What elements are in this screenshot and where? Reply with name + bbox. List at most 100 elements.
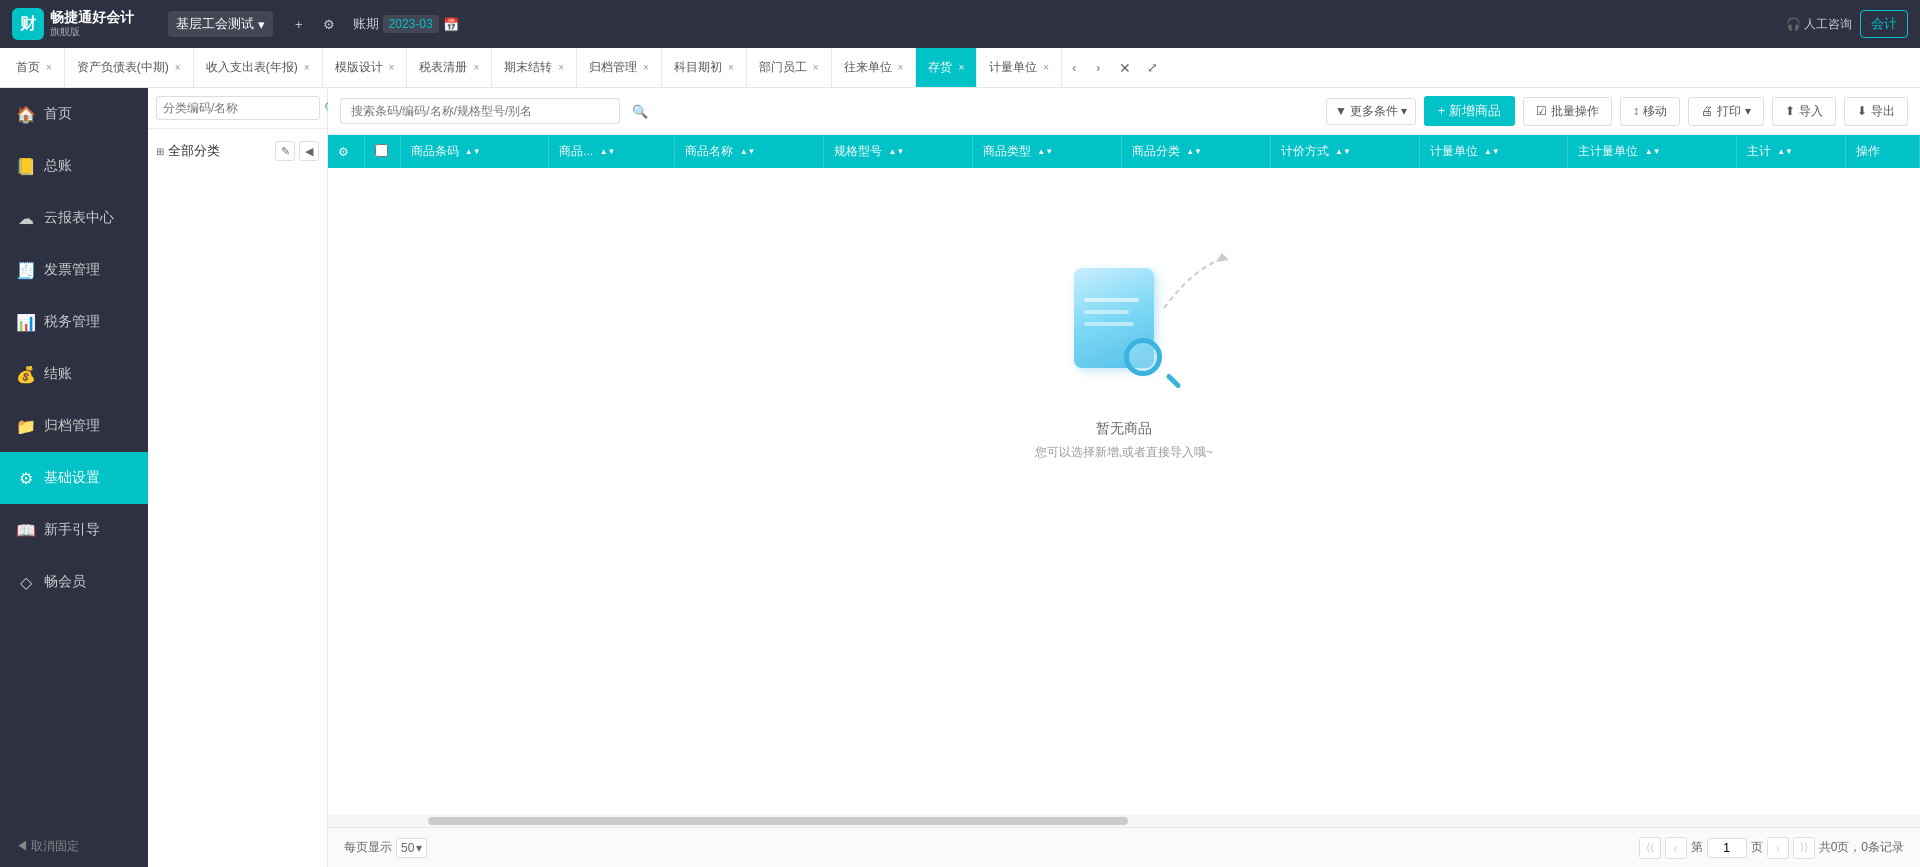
batch-operation-button[interactable]: ☑ 批量操作 [1523, 97, 1612, 126]
tab-close-icon[interactable]: × [643, 62, 649, 73]
export-button[interactable]: ⬇ 导出 [1844, 97, 1908, 126]
page-number-input[interactable] [1707, 838, 1747, 858]
tab-balance-sheet[interactable]: 资产负债表(中期) × [65, 48, 194, 88]
category-label: 全部分类 [168, 142, 220, 160]
tab-close-icon[interactable]: × [389, 62, 395, 73]
tab-next-button[interactable]: › [1086, 48, 1110, 88]
sidebar-item-basic-settings[interactable]: ⚙ 基础设置 [0, 452, 148, 504]
tab-inventory[interactable]: 存货 × [916, 48, 977, 88]
sidebar-item-cloud-report[interactable]: ☁ 云报表中心 [0, 192, 148, 244]
th-main-count[interactable]: 主计 ▲▼ [1736, 135, 1846, 168]
period-value[interactable]: 2023-03 [383, 15, 439, 33]
tab-label: 期末结转 [504, 59, 552, 76]
tab-tax-table[interactable]: 税表清册 × [407, 48, 492, 88]
category-actions: ✎ ◀ [275, 141, 319, 161]
empty-state: 暂无商品 您可以选择新增,或者直接导入哦~ [328, 168, 1920, 541]
th-barcode[interactable]: 商品条码 ▲▼ [400, 135, 549, 168]
category-edit-button[interactable]: ✎ [275, 141, 295, 161]
select-all-checkbox[interactable] [375, 144, 388, 157]
move-button[interactable]: ↕ 移动 [1620, 97, 1680, 126]
th-settings[interactable]: ⚙ [328, 135, 364, 168]
tab-transaction-unit[interactable]: 往来单位 × [832, 48, 917, 88]
tab-homepage[interactable]: 首页 × [4, 48, 65, 88]
last-page-button[interactable]: ⟩⟩ [1793, 837, 1815, 859]
check-icon: ☑ [1536, 104, 1547, 118]
tab-subject-init[interactable]: 科目期初 × [662, 48, 747, 88]
tab-income-statement[interactable]: 收入支出表(年报) × [194, 48, 323, 88]
sidebar-item-member[interactable]: ◇ 畅会员 [0, 556, 148, 608]
search-button[interactable]: 🔍 [626, 97, 654, 125]
sidebar-item-ledger[interactable]: 📒 总账 [0, 140, 148, 192]
sort-icon: ▲▼ [1335, 148, 1351, 156]
add-product-button[interactable]: + 新增商品 [1424, 96, 1515, 126]
sidebar-label: 归档管理 [44, 417, 100, 435]
th-checkbox[interactable] [364, 135, 400, 168]
company-selector[interactable]: 基层工会测试 ▾ [168, 11, 273, 37]
tab-close-icon[interactable]: × [175, 62, 181, 73]
th-main-unit[interactable]: 主计量单位 ▲▼ [1568, 135, 1736, 168]
first-page-button[interactable]: ⟨⟨ [1639, 837, 1661, 859]
sidebar-item-tax[interactable]: 📊 税务管理 [0, 296, 148, 348]
panel-collapse-button[interactable]: ◀ [299, 141, 319, 161]
tab-template-design[interactable]: 模版设计 × [323, 48, 408, 88]
tab-close-icon[interactable]: × [898, 62, 904, 73]
tab-unit-measure[interactable]: 计量单位 × [977, 48, 1062, 88]
tab-close-icon[interactable]: × [46, 62, 52, 73]
per-page-dropdown[interactable]: 50 ▾ [396, 838, 427, 858]
calendar-icon[interactable]: 📅 [443, 17, 459, 32]
tab-close-icon[interactable]: × [558, 62, 564, 73]
th-unit[interactable]: 计量单位 ▲▼ [1419, 135, 1568, 168]
tab-dept-staff[interactable]: 部门员工 × [747, 48, 832, 88]
sidebar-label: 税务管理 [44, 313, 100, 331]
tab-close-icon[interactable]: × [304, 62, 310, 73]
tab-close-icon[interactable]: × [473, 62, 479, 73]
sort-icon: ▲▼ [740, 148, 756, 156]
page-suffix: 页 [1751, 839, 1763, 856]
category-search-input[interactable] [156, 96, 320, 120]
tab-close-all-button[interactable]: ✕ [1110, 48, 1140, 88]
sidebar-item-home[interactable]: 🏠 首页 [0, 88, 148, 140]
all-categories-item[interactable]: ⊞ 全部分类 ✎ ◀ [156, 137, 319, 165]
tab-close-icon[interactable]: × [813, 62, 819, 73]
tab-prev-button[interactable]: ‹ [1062, 48, 1086, 88]
horizontal-scrollbar[interactable] [328, 815, 1920, 827]
th-product-type[interactable]: 商品类型 ▲▼ [973, 135, 1122, 168]
tab-close-icon[interactable]: × [1043, 62, 1049, 73]
th-product-name[interactable]: 商品名称 ▲▼ [675, 135, 824, 168]
import-button[interactable]: ⬆ 导入 [1772, 97, 1836, 126]
tab-period-carry[interactable]: 期末结转 × [492, 48, 577, 88]
prev-page-button[interactable]: ‹ [1665, 837, 1687, 859]
sidebar-item-invoice[interactable]: 🧾 发票管理 [0, 244, 148, 296]
filter-label: 更多条件 [1350, 103, 1398, 120]
tab-expand-button[interactable]: ⤢ [1140, 48, 1164, 88]
cancel-fixed-label: ◀ 取消固定 [16, 838, 79, 855]
th-product-code[interactable]: 商品... ▲▼ [549, 135, 675, 168]
print-button[interactable]: 🖨 打印 ▾ [1688, 97, 1764, 126]
per-page-label: 每页显示 [344, 839, 392, 856]
th-spec[interactable]: 规格型号 ▲▼ [824, 135, 973, 168]
cancel-fixed-button[interactable]: ◀ 取消固定 [0, 826, 148, 867]
tab-archive[interactable]: 归档管理 × [577, 48, 662, 88]
sidebar-item-settle[interactable]: 💰 结账 [0, 348, 148, 400]
settings-button[interactable]: ⚙ [317, 13, 341, 36]
right-panel: 🔍 ▼ 更多条件 ▾ + 新增商品 ☑ 批量操作 [328, 88, 1920, 867]
sidebar-item-archive[interactable]: 📁 归档管理 [0, 400, 148, 452]
product-search-input[interactable] [340, 98, 620, 124]
scroll-thumb[interactable] [428, 817, 1128, 825]
account-button[interactable]: 会计 [1860, 10, 1908, 38]
more-filter-button[interactable]: ▼ 更多条件 ▾ [1326, 98, 1416, 125]
tab-close-icon[interactable]: × [958, 62, 964, 73]
tab-close-icon[interactable]: × [728, 62, 734, 73]
sidebar-item-guide[interactable]: 📖 新手引导 [0, 504, 148, 556]
next-page-button[interactable]: › [1767, 837, 1789, 859]
add-tab-button[interactable]: + [289, 13, 309, 36]
sidebar-label: 基础设置 [44, 469, 100, 487]
magnifier-circle [1124, 338, 1162, 376]
export-icon: ⬇ [1857, 104, 1867, 118]
th-category[interactable]: 商品分类 ▲▼ [1121, 135, 1270, 168]
sidebar-label: 新手引导 [44, 521, 100, 539]
category-expand-icon: ⊞ [156, 146, 164, 157]
service-button[interactable]: 🎧 人工咨询 [1786, 16, 1852, 33]
top-bar-actions: + ⚙ [289, 13, 341, 36]
th-pricing[interactable]: 计价方式 ▲▼ [1270, 135, 1419, 168]
